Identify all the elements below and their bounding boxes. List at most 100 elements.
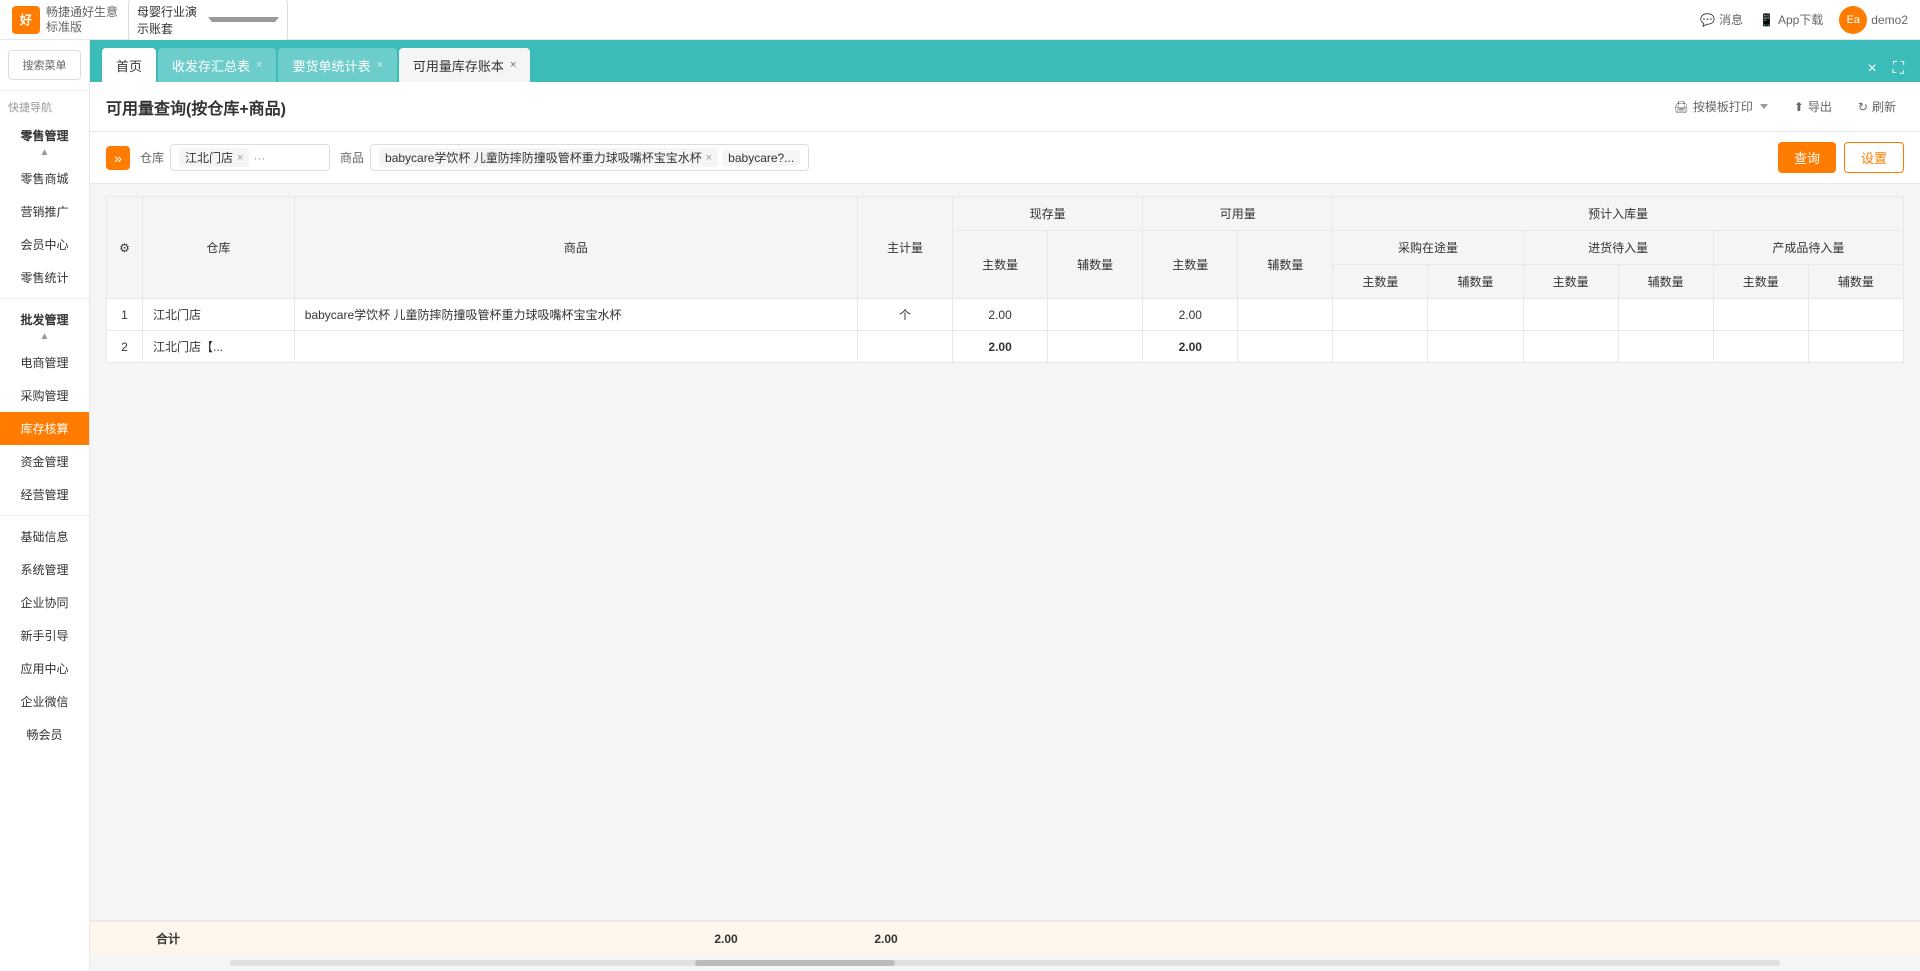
row2-product: [294, 331, 857, 363]
row2-incoming-aux: [1618, 331, 1713, 363]
sidebar: 搜索菜单 快捷导航 零售管理 零售商城 营销推广 会员中心 零售统计 批发管理 …: [0, 40, 90, 971]
maximize-button[interactable]: ⛶: [1889, 56, 1908, 82]
export-icon: ⬆: [1794, 100, 1804, 114]
sidebar-item-basic-info[interactable]: 基础信息: [0, 520, 89, 553]
table-footer: 合计 2.00 2.00: [90, 920, 1920, 955]
th-production-main: 主数量: [1713, 265, 1808, 299]
th-production-pending: 产成品待入量: [1713, 231, 1903, 265]
warehouse-tag-close[interactable]: ×: [237, 152, 243, 164]
product-filter-label: 商品: [340, 149, 364, 166]
export-button[interactable]: ⬆ 导出: [1786, 94, 1840, 119]
tab-available-inventory[interactable]: 可用量库存账本 ×: [399, 48, 530, 82]
setting-button[interactable]: 设置: [1844, 142, 1904, 173]
page-content: 可用量查询(按仓库+商品) 🖨 按模板打印 ⬆ 导出 ↻ 刷新: [90, 82, 1920, 971]
th-unit: 主计量: [857, 197, 952, 299]
th-available-main: 主数量: [1143, 231, 1238, 299]
search-menu-button[interactable]: 搜索菜单: [8, 50, 81, 80]
row2-incoming-main: [1523, 331, 1618, 363]
main-layout: 搜索菜单 快捷导航 零售管理 零售商城 营销推广 会员中心 零售统计 批发管理 …: [0, 40, 1920, 971]
sidebar-item-system-mgmt[interactable]: 系统管理: [0, 553, 89, 586]
sidebar-item-marketing[interactable]: 营销推广: [0, 195, 89, 228]
refresh-button[interactable]: ↻ 刷新: [1850, 94, 1904, 119]
sidebar-item-new-guide[interactable]: 新手引导: [0, 619, 89, 652]
app-download-action[interactable]: 📱 App下载: [1759, 11, 1823, 28]
gear-icon[interactable]: ⚙: [119, 241, 130, 255]
warehouse-filter-input[interactable]: 江北门店 × ···: [170, 144, 330, 171]
warehouse-tag: 江北门店 ×: [179, 148, 249, 167]
logo-text: 畅捷通好生意 标准版: [46, 5, 118, 34]
available-inventory-label: 可用量库存账本: [413, 56, 504, 75]
user-area[interactable]: Ea demo2: [1839, 6, 1908, 34]
page-title: 可用量查询(按仓库+商品): [106, 95, 286, 119]
sidebar-item-retail-stats[interactable]: 零售统计: [0, 261, 89, 294]
row1-current-aux: [1048, 299, 1143, 331]
sidebar-item-app-center[interactable]: 应用中心: [0, 652, 89, 685]
content-area: 首页 收发存汇总表 × 要货单统计表 × 可用量库存账本 × × ⛶: [90, 40, 1920, 971]
store-selector[interactable]: 母婴行业演示账套: [128, 0, 288, 41]
refresh-label: 刷新: [1872, 98, 1896, 115]
logo-area: 好 畅捷通好生意 标准版: [12, 5, 118, 34]
row1-warehouse: 江北门店: [143, 299, 295, 331]
avatar-text: Ea: [1847, 14, 1860, 26]
sidebar-item-enterprise-wechat[interactable]: 企业微信: [0, 685, 89, 718]
th-incoming-main: 主数量: [1523, 265, 1618, 299]
sidebar-item-enterprise-collab[interactable]: 企业协同: [0, 586, 89, 619]
export-label: 导出: [1808, 98, 1832, 115]
th-planned-inbound: 预计入库量: [1333, 197, 1904, 231]
scroll-track[interactable]: [230, 960, 1780, 966]
sidebar-item-retail-mgmt[interactable]: 零售管理: [0, 119, 89, 162]
top-bar-right: 💬 消息 📱 App下载 Ea demo2: [1700, 6, 1908, 34]
row2-current-main: 2.00: [953, 331, 1048, 363]
tab-close-receive-summary[interactable]: ×: [256, 59, 262, 71]
sidebar-item-ecommerce-mgmt[interactable]: 电商管理: [0, 346, 89, 379]
row2-production-main: [1713, 331, 1808, 363]
product-filter-input[interactable]: babycare学饮杯 儿童防摔防撞吸管杯重力球吸嘴杯宝宝水杯 × babyca…: [370, 144, 809, 171]
scroll-thumb[interactable]: [695, 960, 895, 966]
row2-current-aux: [1048, 331, 1143, 363]
row1-incoming-main: [1523, 299, 1618, 331]
logo-icon: 好: [12, 6, 40, 34]
row2-available-main: 2.00: [1143, 331, 1238, 363]
row2-warehouse: 江北门店【...: [143, 331, 295, 363]
th-current-stock: 现存量: [953, 197, 1143, 231]
message-action[interactable]: 💬 消息: [1700, 11, 1743, 28]
row1-current-main: 2.00: [953, 299, 1048, 331]
tab-home[interactable]: 首页: [102, 48, 156, 82]
tab-bar-actions: × ⛶: [1863, 56, 1908, 82]
row1-production-aux: [1808, 299, 1903, 331]
product-tag1-text: babycare学饮杯 儿童防摔防撞吸管杯重力球吸嘴杯宝宝水杯: [385, 149, 702, 166]
tab-receive-summary[interactable]: 收发存汇总表 ×: [158, 48, 276, 82]
sidebar-item-member-center[interactable]: 会员中心: [0, 228, 89, 261]
th-current-aux: 辅数量: [1048, 231, 1143, 299]
sidebar-item-operations-mgmt[interactable]: 经营管理: [0, 478, 89, 511]
app-download-label: App下载: [1778, 11, 1823, 28]
sidebar-item-wholesale-mgmt[interactable]: 批发管理: [0, 303, 89, 346]
tab-order-stats[interactable]: 要货单统计表 ×: [278, 48, 396, 82]
th-incoming-pending: 进货待入量: [1523, 231, 1713, 265]
tab-close-available-inventory[interactable]: ×: [510, 59, 516, 71]
table-row: 2 江北门店【... 2.00 2.00: [107, 331, 1904, 363]
expand-filter-button[interactable]: »: [106, 146, 130, 170]
divider: [0, 298, 89, 299]
product-tag1-close[interactable]: ×: [706, 152, 712, 164]
product-tag2: babycare?...: [722, 150, 800, 166]
sidebar-item-retail-shop[interactable]: 零售商城: [0, 162, 89, 195]
sidebar-item-finance-mgmt[interactable]: 资金管理: [0, 445, 89, 478]
row1-incoming-aux: [1618, 299, 1713, 331]
page-actions: 🖨 按模板打印 ⬆ 导出 ↻ 刷新: [1666, 94, 1904, 119]
warehouse-filter-group: 仓库 江北门店 × ···: [140, 144, 330, 171]
row1-purchase-transit-main: [1333, 299, 1428, 331]
row1-product: babycare学饮杯 儿童防摔防撞吸管杯重力球吸嘴杯宝宝水杯: [294, 299, 857, 331]
receive-summary-label: 收发存汇总表: [172, 56, 250, 75]
tab-close-order-stats[interactable]: ×: [376, 59, 382, 71]
th-production-aux: 辅数量: [1808, 265, 1903, 299]
print-template-button[interactable]: 🖨 按模板打印: [1666, 94, 1776, 119]
row1-available-aux: [1238, 299, 1333, 331]
row2-unit: [857, 331, 952, 363]
sidebar-item-purchase-mgmt[interactable]: 采购管理: [0, 379, 89, 412]
sidebar-item-vip-member[interactable]: 畅会员: [0, 718, 89, 751]
close-all-tabs-button[interactable]: ×: [1863, 56, 1880, 82]
divider2: [0, 515, 89, 516]
query-button[interactable]: 查询: [1778, 142, 1836, 173]
sidebar-item-inventory-check[interactable]: 库存核算: [0, 412, 89, 445]
